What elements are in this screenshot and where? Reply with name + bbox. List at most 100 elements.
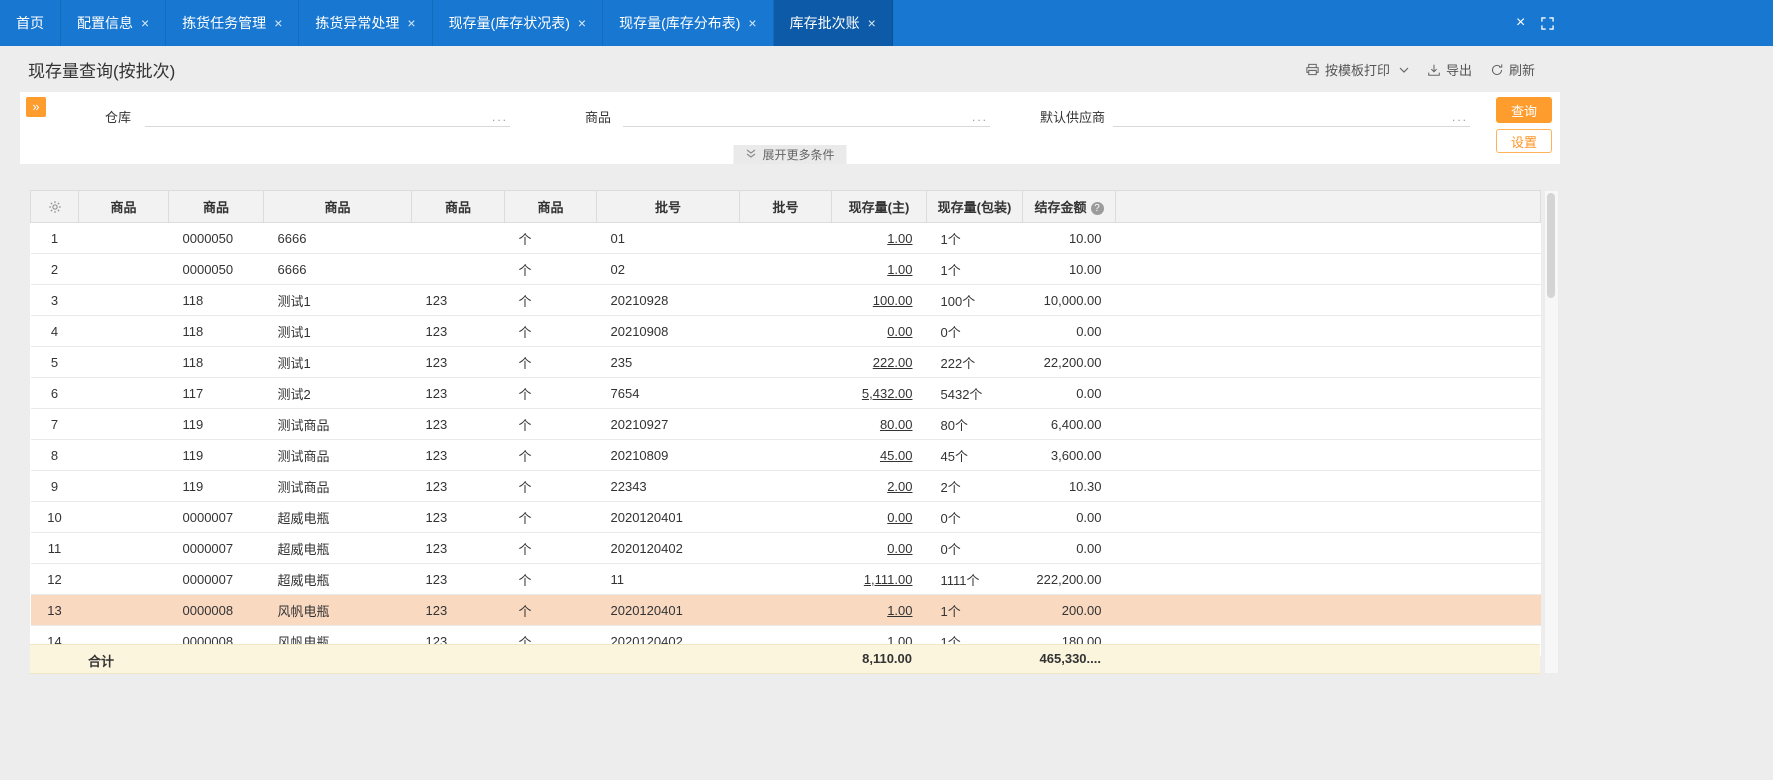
column-header[interactable]: 结存金额? [1023,191,1116,223]
close-icon[interactable]: × [1516,15,1525,31]
grid-cell: 200.00 [1023,595,1116,626]
filler-cell [1116,471,1541,502]
settings-button[interactable]: 设置 [1496,129,1552,153]
qty-main-link[interactable]: 1,111.00 [864,572,913,587]
qty-main-link[interactable]: 45.00 [880,448,913,463]
tab-close-icon[interactable]: × [141,16,149,30]
grid-cell[interactable]: 5,432.00 [832,378,927,409]
table-row[interactable]: 3118测试1123个20210928100.00100个10,000.00 [31,285,1541,316]
grid-cell[interactable]: 45.00 [832,440,927,471]
fullscreen-icon[interactable] [1541,17,1554,30]
column-header[interactable]: 商品 [169,191,264,223]
tab-1[interactable]: 配置信息× [61,0,166,46]
qty-main-link[interactable]: 0.00 [887,324,912,339]
column-header-label: 商品 [203,200,229,215]
table-row[interactable]: 7119测试商品123个2021092780.0080个6,400.00 [31,409,1541,440]
qty-main-link[interactable]: 5,432.00 [862,386,913,401]
tab-close-icon[interactable]: × [748,16,756,30]
help-icon[interactable]: ? [1091,202,1104,215]
tab-3[interactable]: 拣货异常处理× [299,0,432,46]
grid-cell[interactable]: 80.00 [832,409,927,440]
grid-cell[interactable]: 222.00 [832,347,927,378]
table-row[interactable]: 6117测试2123个76545,432.005432个0.00 [31,378,1541,409]
qty-main-link[interactable]: 80.00 [880,417,913,432]
qty-main-link[interactable]: 1.00 [887,262,912,277]
column-settings-header[interactable] [31,191,79,223]
tab-close-icon[interactable]: × [274,16,282,30]
grid-cell[interactable]: 0.00 [832,533,927,564]
table-row[interactable]: 110000007超威电瓶123个20201204020.000个0.00 [31,533,1541,564]
qty-main-link[interactable]: 0.00 [887,510,912,525]
grid-cell [79,254,169,285]
grid-cell[interactable]: 0.00 [832,502,927,533]
table-row[interactable]: 100000506666个011.001个10.00 [31,223,1541,254]
export-button[interactable]: 导出 [1427,60,1472,79]
scrollbar-thumb[interactable] [1547,193,1555,298]
column-header[interactable]: 批号 [740,191,832,223]
default-supplier-input[interactable]: ... [1113,101,1470,127]
tab-5[interactable]: 现存量(库存分布表)× [603,0,774,46]
qty-main-link[interactable]: 0.00 [887,541,912,556]
tab-label: 拣货任务管理 [182,13,266,33]
column-header[interactable]: 商品 [412,191,505,223]
grid-cell[interactable]: 1,111.00 [832,564,927,595]
qty-main-link[interactable]: 1.00 [887,603,912,618]
column-header[interactable]: 商品 [505,191,597,223]
warehouse-input[interactable]: ... [145,101,510,127]
tab-close-icon[interactable]: × [407,16,415,30]
table-row[interactable]: 200000506666个021.001个10.00 [31,254,1541,285]
table-row[interactable]: 130000008风帆电瓶123个20201204011.001个200.00 [31,595,1541,626]
tab-4[interactable]: 现存量(库存状况表)× [433,0,604,46]
column-header[interactable]: 现存量(包装) [927,191,1023,223]
grid-cell[interactable]: 1.00 [832,254,927,285]
grid-cell[interactable]: 1.00 [832,223,927,254]
grid-cell: 测试商品 [264,409,412,440]
grid-cell: 235 [597,347,740,378]
refresh-icon [1490,63,1504,77]
grid-cell[interactable]: 2.00 [832,471,927,502]
goods-picker-ellipsis[interactable]: ... [970,111,990,126]
warehouse-picker-ellipsis[interactable]: ... [490,111,510,126]
grid-cell[interactable]: 1.00 [832,595,927,626]
grid-cell [740,347,832,378]
tab-0[interactable]: 首页 [0,0,61,46]
grid-cell: 123 [412,285,505,316]
collapse-panel-button[interactable]: » [26,97,46,117]
grid-cell[interactable]: 0.00 [832,316,927,347]
qty-main-link[interactable]: 100.00 [873,293,913,308]
qty-main-link[interactable]: 1.00 [887,231,912,246]
qty-main-link[interactable]: 222.00 [873,355,913,370]
grid-cell [412,223,505,254]
expand-more-conditions[interactable]: 展开更多条件 [733,145,846,164]
chevron-down-icon[interactable] [1399,67,1409,73]
grid-cell[interactable]: 100.00 [832,285,927,316]
column-header[interactable]: 现存量(主) [832,191,927,223]
refresh-button[interactable]: 刷新 [1490,60,1535,79]
qty-main-link[interactable]: 2.00 [887,479,912,494]
column-header[interactable]: 批号 [597,191,740,223]
print-by-template-button[interactable]: 按模板打印 [1305,60,1409,79]
table-row[interactable]: 4118测试1123个202109080.000个0.00 [31,316,1541,347]
table-row[interactable]: 100000007超威电瓶123个20201204010.000个0.00 [31,502,1541,533]
grid-cell: 个 [505,595,597,626]
column-header[interactable]: 商品 [79,191,169,223]
table-row[interactable]: 120000007超威电瓶123个111,111.001111个222,200.… [31,564,1541,595]
column-header[interactable]: 商品 [264,191,412,223]
table-row[interactable]: 5118测试1123个235222.00222个22,200.00 [31,347,1541,378]
grid-cell: 1111个 [927,564,1023,595]
grid-cell: 2020120401 [597,595,740,626]
grid-cell: 个 [505,378,597,409]
query-button[interactable]: 查询 [1496,97,1552,123]
tab-6[interactable]: 库存批次账× [774,0,893,46]
tab-close-icon[interactable]: × [868,16,876,30]
column-header-label: 现存量(包装) [938,200,1012,215]
tab-close-icon[interactable]: × [578,16,586,30]
tab-2[interactable]: 拣货任务管理 × [166,0,299,46]
table-row[interactable]: 8119测试商品123个2021080945.0045个3,600.00 [31,440,1541,471]
gear-icon[interactable] [48,200,62,214]
vertical-scrollbar[interactable] [1544,190,1559,674]
table-row[interactable]: 9119测试商品123个223432.002个10.30 [31,471,1541,502]
goods-input[interactable]: ... [623,101,990,127]
supplier-picker-ellipsis[interactable]: ... [1450,111,1470,126]
grid-cell [740,285,832,316]
